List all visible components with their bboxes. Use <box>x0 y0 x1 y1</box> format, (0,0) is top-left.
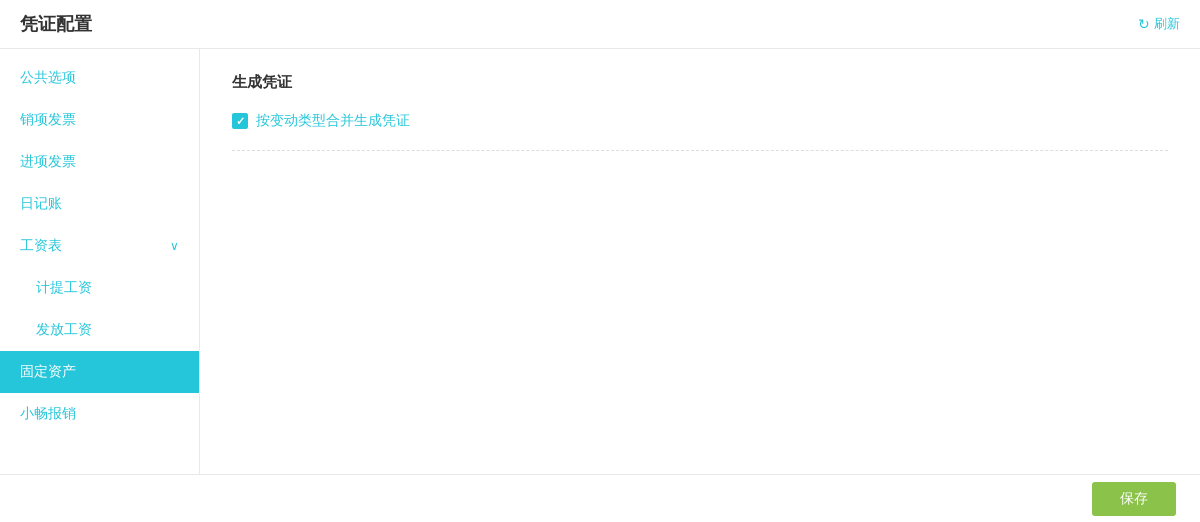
main-layout: 公共选项销项发票进项发票日记账工资表 ∨ 计提工资发放工资固定资产小畅报销 生成凭证… <box>0 49 1200 474</box>
sidebar-item-sales-invoice[interactable]: 销项发票 <box>0 99 199 141</box>
content-area: 生成凭证 按变动类型合并生成凭证 <box>200 49 1200 474</box>
checkbox-label: 按变动类型合并生成凭证 <box>256 112 410 130</box>
sidebar-item-accrual-payroll[interactable]: 计提工资 <box>0 267 199 309</box>
sidebar: 公共选项销项发票进项发票日记账工资表 ∨ 计提工资发放工资固定资产小畅报销 <box>0 49 200 474</box>
sidebar-item-fixed-assets[interactable]: 固定资产 <box>0 351 199 393</box>
sidebar-item-label: 发放工资 <box>36 321 92 339</box>
sidebar-item-label: 工资表 <box>20 237 62 255</box>
sidebar-item-label: 进项发票 <box>20 153 76 171</box>
checkbox-row: 按变动类型合并生成凭证 <box>232 112 1168 130</box>
sidebar-item-payout-payroll[interactable]: 发放工资 <box>0 309 199 351</box>
sidebar-item-payroll-table[interactable]: 工资表 ∨ <box>0 225 199 267</box>
sidebar-item-label: 公共选项 <box>20 69 76 87</box>
save-button[interactable]: 保存 <box>1092 482 1176 516</box>
sidebar-item-label: 日记账 <box>20 195 62 213</box>
page-title: 凭证配置 <box>20 12 92 36</box>
sidebar-item-label: 计提工资 <box>36 279 92 297</box>
refresh-button[interactable]: ↻ 刷新 <box>1138 15 1180 33</box>
sidebar-item-label: 固定资产 <box>20 363 76 381</box>
section-divider <box>232 150 1168 151</box>
sidebar-item-purchase-invoice[interactable]: 进项发票 <box>0 141 199 183</box>
page-header: 凭证配置 ↻ 刷新 <box>0 0 1200 49</box>
sidebar-item-public-options[interactable]: 公共选项 <box>0 57 199 99</box>
sidebar-item-journal[interactable]: 日记账 <box>0 183 199 225</box>
sidebar-item-label: 小畅报销 <box>20 405 76 423</box>
sidebar-item-expense-reimbursement[interactable]: 小畅报销 <box>0 393 199 435</box>
chevron-down-icon: ∨ <box>170 239 179 253</box>
page-footer: 保存 <box>0 474 1200 522</box>
section-title: 生成凭证 <box>232 73 1168 92</box>
sidebar-item-label: 销项发票 <box>20 111 76 129</box>
refresh-icon: ↻ <box>1138 16 1150 32</box>
merge-checkbox[interactable] <box>232 113 248 129</box>
refresh-label: 刷新 <box>1154 15 1180 33</box>
